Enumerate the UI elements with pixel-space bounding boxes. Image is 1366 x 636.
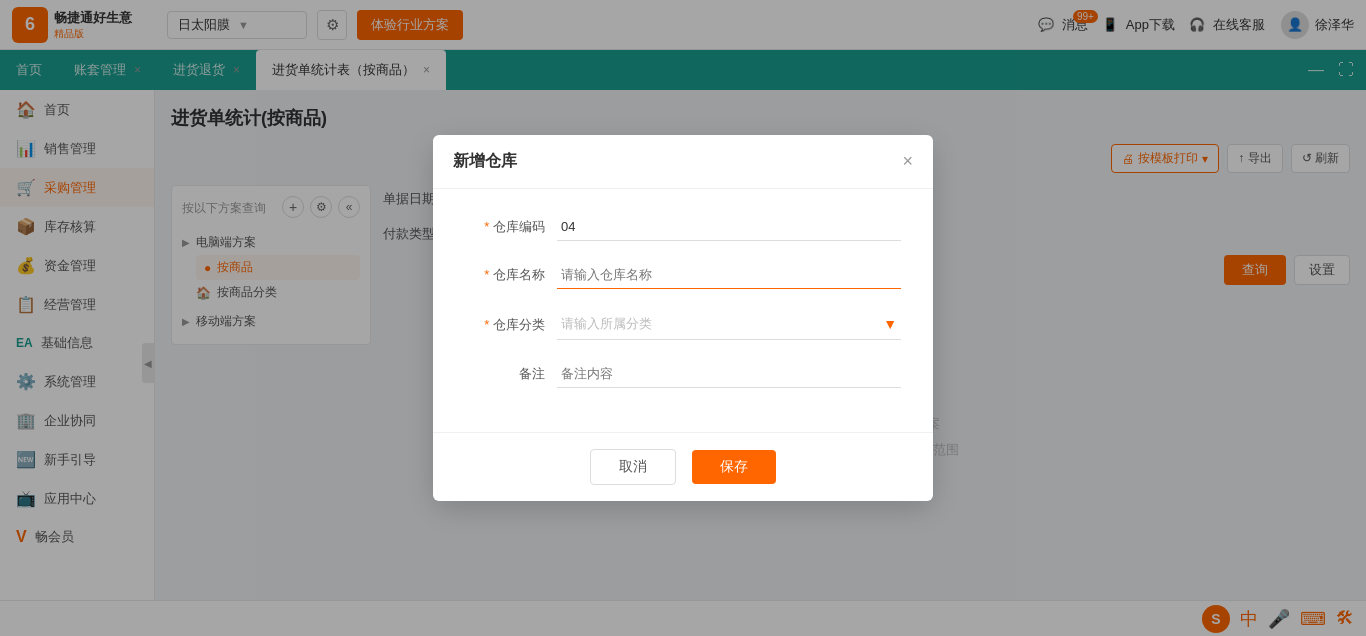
new-warehouse-modal: 新增仓库 × 仓库编码 仓库名称 仓库分类 请输入所属分类 ▼ (433, 135, 933, 501)
category-label: 仓库分类 (465, 316, 545, 334)
modal-body: 仓库编码 仓库名称 仓库分类 请输入所属分类 ▼ 备注 (433, 189, 933, 432)
form-row-code: 仓库编码 (465, 213, 901, 241)
code-label: 仓库编码 (465, 218, 545, 236)
modal-overlay: 新增仓库 × 仓库编码 仓库名称 仓库分类 请输入所属分类 ▼ (0, 0, 1366, 636)
save-button[interactable]: 保存 (692, 450, 776, 484)
note-input[interactable] (557, 360, 901, 388)
cancel-button[interactable]: 取消 (590, 449, 676, 485)
form-row-name: 仓库名称 (465, 261, 901, 289)
category-placeholder: 请输入所属分类 (561, 315, 652, 333)
code-input[interactable] (557, 213, 901, 241)
name-label: 仓库名称 (465, 266, 545, 284)
modal-footer: 取消 保存 (433, 432, 933, 501)
form-row-note: 备注 (465, 360, 901, 388)
modal-header: 新增仓库 × (433, 135, 933, 189)
form-row-category: 仓库分类 请输入所属分类 ▼ (465, 309, 901, 340)
modal-title: 新增仓库 (453, 151, 517, 172)
modal-close-btn[interactable]: × (902, 151, 913, 172)
category-select[interactable]: 请输入所属分类 ▼ (557, 309, 901, 340)
category-dropdown-icon: ▼ (883, 316, 897, 332)
name-input[interactable] (557, 261, 901, 289)
note-label: 备注 (465, 365, 545, 383)
